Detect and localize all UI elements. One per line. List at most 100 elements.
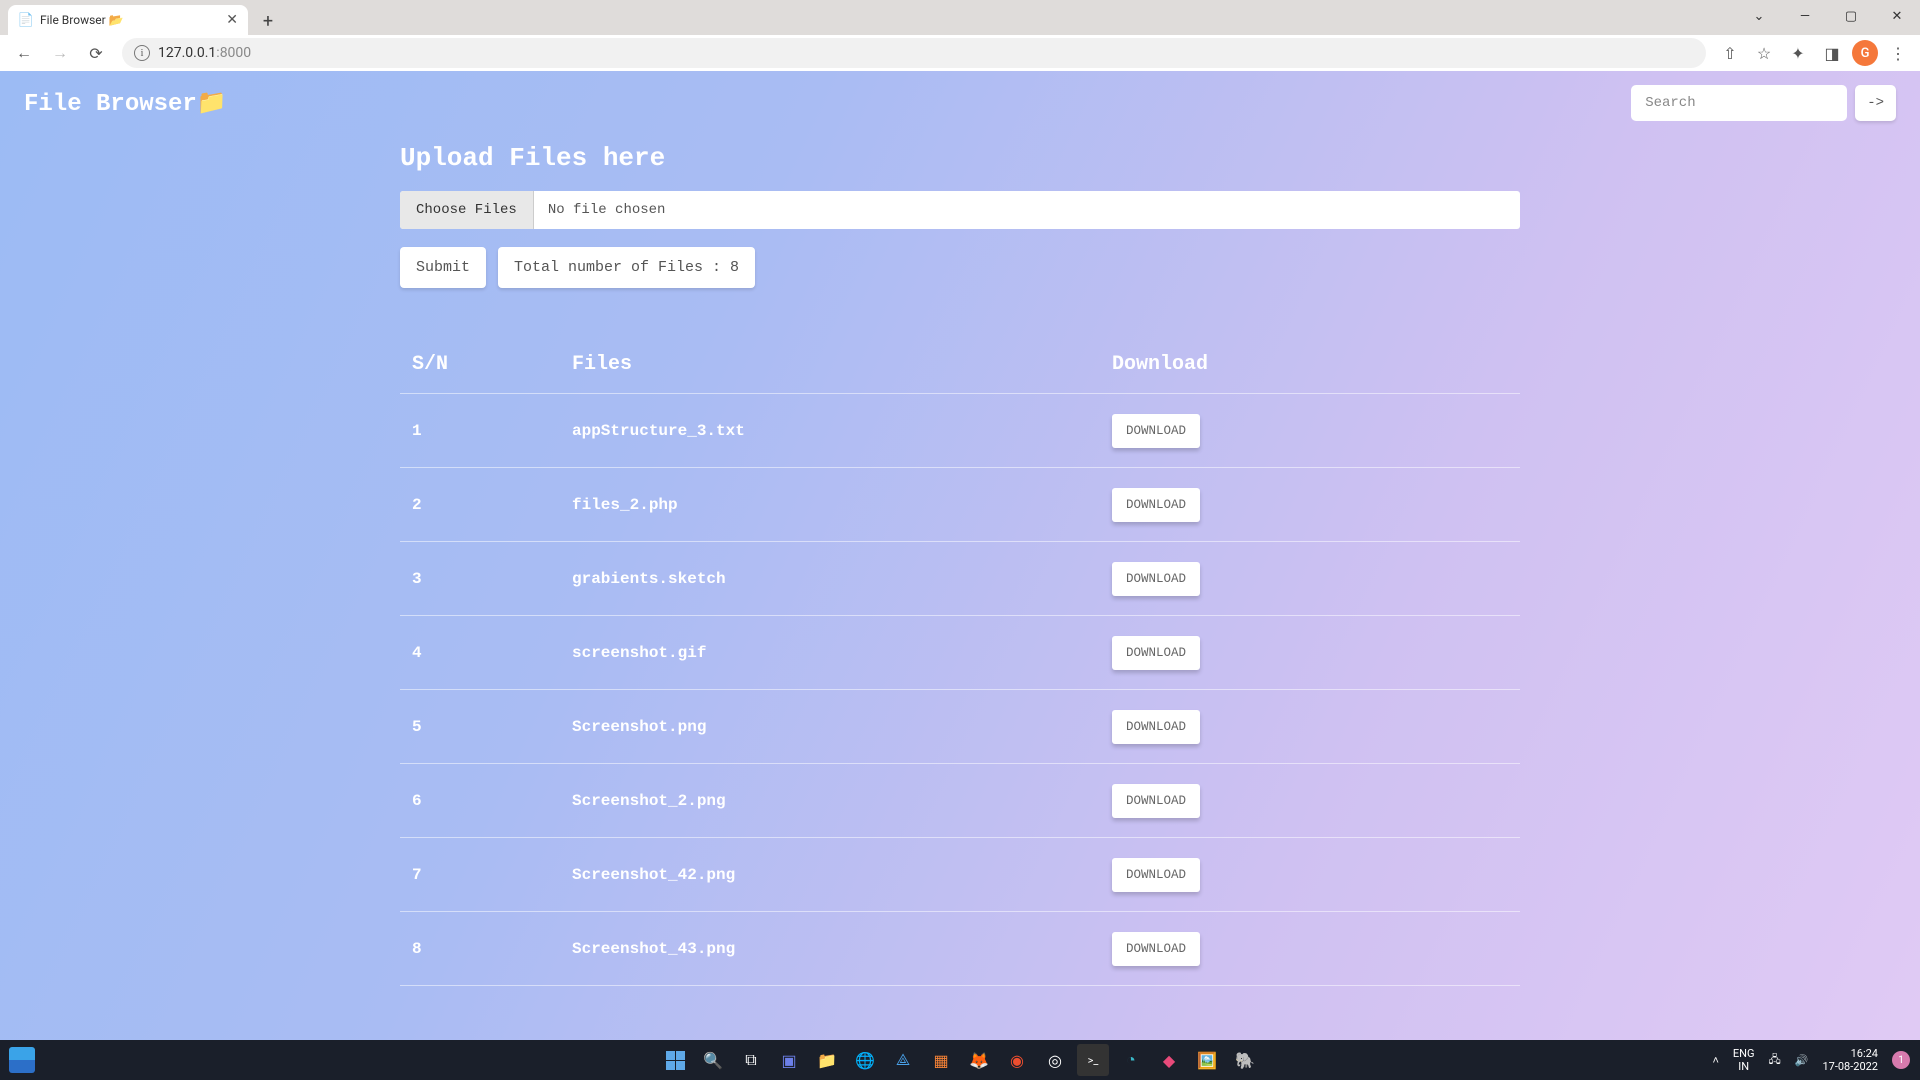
site-info-icon[interactable]: i [134,45,150,61]
download-button[interactable]: DOWNLOAD [1112,932,1200,966]
pgadmin-icon[interactable]: 🐘 [1229,1044,1261,1076]
extensions-icon[interactable]: ✦ [1784,39,1812,67]
widgets-icon[interactable] [6,1044,38,1076]
tab-title: File Browser 📂 [40,13,124,27]
table-row: 1appStructure_3.txtDOWNLOAD [400,394,1520,468]
table-header: S/N Files Download [400,336,1520,394]
col-download: Download [1112,353,1508,376]
app2-icon[interactable]: ◆ [1153,1044,1185,1076]
search-taskbar-icon[interactable]: 🔍 [697,1044,729,1076]
table-row: 4screenshot.gifDOWNLOAD [400,616,1520,690]
address-bar: ← → ⟳ i 127.0.0.1:8000 ⇧ ☆ ✦ ◨ G ⋮ [0,35,1920,71]
page-content: File Browser📁 -> Upload Files here Choos… [0,71,1920,1040]
share-icon[interactable]: ⇧ [1716,39,1744,67]
upload-heading: Upload Files here [400,143,1520,173]
table-row: 6Screenshot_2.pngDOWNLOAD [400,764,1520,838]
menu-icon[interactable]: ⋮ [1884,39,1912,67]
vscode-icon[interactable]: ⟁ [887,1044,919,1076]
edge-icon[interactable]: ◔ [1115,1044,1147,1076]
table-row: 7Screenshot_42.pngDOWNLOAD [400,838,1520,912]
browser-tab[interactable]: 📄 File Browser 📂 ✕ [8,5,248,35]
col-files: Files [572,353,1112,376]
col-sn: S/N [412,353,572,376]
tray-chevron-icon[interactable]: ˄ [1712,1054,1718,1067]
download-button[interactable]: DOWNLOAD [1112,710,1200,744]
network-icon[interactable]: 🖧 [1768,1051,1780,1070]
row-sn: 8 [412,940,572,958]
taskbar-center: 🔍 ⧉ ▣ 📁 🌐 ⟁ ▦ 🦊 ◉ ◎ >_ ◔ ◆ 🖼️ 🐘 [659,1044,1261,1076]
row-filename: appStructure_3.txt [572,422,1112,440]
clock[interactable]: 16:24 17-08-2022 [1822,1047,1878,1073]
sidepanel-icon[interactable]: ◨ [1818,39,1846,67]
search-input[interactable] [1631,85,1847,121]
table-row: 2files_2.phpDOWNLOAD [400,468,1520,542]
row-sn: 2 [412,496,572,514]
file-count-badge: Total number of Files : 8 [498,247,755,288]
url-text: 127.0.0.1:8000 [158,45,251,61]
file-picker[interactable]: Choose Files No file chosen [400,191,1520,229]
toolbar-right-icons: ⇧ ☆ ✦ ◨ G ⋮ [1716,39,1912,67]
chrome-canary-icon[interactable]: ◎ [1039,1044,1071,1076]
start-icon[interactable] [659,1044,691,1076]
table-row: 5Screenshot.pngDOWNLOAD [400,690,1520,764]
main-section: Upload Files here Choose Files No file c… [400,121,1520,986]
taskview-icon[interactable]: ⧉ [735,1044,767,1076]
download-button[interactable]: DOWNLOAD [1112,784,1200,818]
notification-badge[interactable]: 1 [1892,1051,1910,1069]
row-filename: Screenshot_42.png [572,866,1112,884]
row-sn: 7 [412,866,572,884]
volume-icon[interactable]: 🔊 [1795,1054,1809,1067]
row-filename: grabients.sketch [572,570,1112,588]
taskbar-right: ˄ ENG IN 🖧 🔊 16:24 17-08-2022 1 [1712,1047,1910,1073]
search-group: -> [1631,85,1896,121]
search-button[interactable]: -> [1855,85,1896,121]
minimize-icon[interactable]: ― [1782,0,1828,32]
row-sn: 5 [412,718,572,736]
brave-icon[interactable]: ◉ [1001,1044,1033,1076]
explorer-icon[interactable]: 📁 [811,1044,843,1076]
download-button[interactable]: DOWNLOAD [1112,488,1200,522]
row-filename: Screenshot_43.png [572,940,1112,958]
row-filename: Screenshot_2.png [572,792,1112,810]
window-controls: ⌄ ― ▢ ✕ [1736,0,1920,32]
reload-button[interactable]: ⟳ [80,38,112,68]
photos-icon[interactable]: 🖼️ [1191,1044,1223,1076]
file-table: S/N Files Download 1appStructure_3.txtDO… [400,336,1520,986]
profile-avatar[interactable]: G [1852,40,1878,66]
taskbar-left [6,1044,38,1076]
action-row: Submit Total number of Files : 8 [400,247,1520,288]
download-button[interactable]: DOWNLOAD [1112,562,1200,596]
tab-bar: 📄 File Browser 📂 ✕ + [0,0,1920,35]
download-button[interactable]: DOWNLOAD [1112,414,1200,448]
language-indicator[interactable]: ENG IN [1733,1047,1755,1073]
row-sn: 3 [412,570,572,588]
close-tab-icon[interactable]: ✕ [226,12,238,28]
choose-files-button[interactable]: Choose Files [400,191,534,229]
row-sn: 6 [412,792,572,810]
page-topbar: File Browser📁 -> [24,85,1896,121]
row-filename: screenshot.gif [572,644,1112,662]
forward-button[interactable]: → [44,38,76,68]
submit-button[interactable]: Submit [400,247,486,288]
download-button[interactable]: DOWNLOAD [1112,636,1200,670]
row-sn: 1 [412,422,572,440]
download-button[interactable]: DOWNLOAD [1112,858,1200,892]
firefox-icon[interactable]: 🦊 [963,1044,995,1076]
chrome-icon[interactable]: 🌐 [849,1044,881,1076]
url-field[interactable]: i 127.0.0.1:8000 [122,38,1706,68]
maximize-icon[interactable]: ▢ [1828,0,1874,32]
file-picker-status: No file chosen [534,191,680,229]
brand-title: File Browser📁 [24,88,227,118]
chevron-down-icon[interactable]: ⌄ [1736,0,1782,32]
tab-favicon-icon: 📄 [18,12,34,28]
bookmark-icon[interactable]: ☆ [1750,39,1778,67]
terminal-icon[interactable]: >_ [1077,1044,1109,1076]
app-icon[interactable]: ▣ [773,1044,805,1076]
new-tab-button[interactable]: + [254,7,282,35]
close-window-icon[interactable]: ✕ [1874,0,1920,32]
table-row: 8Screenshot_43.pngDOWNLOAD [400,912,1520,986]
browser-chrome: ⌄ ― ▢ ✕ 📄 File Browser 📂 ✕ + ← → ⟳ i 127… [0,0,1920,71]
xampp-icon[interactable]: ▦ [925,1044,957,1076]
row-filename: Screenshot.png [572,718,1112,736]
back-button[interactable]: ← [8,38,40,68]
